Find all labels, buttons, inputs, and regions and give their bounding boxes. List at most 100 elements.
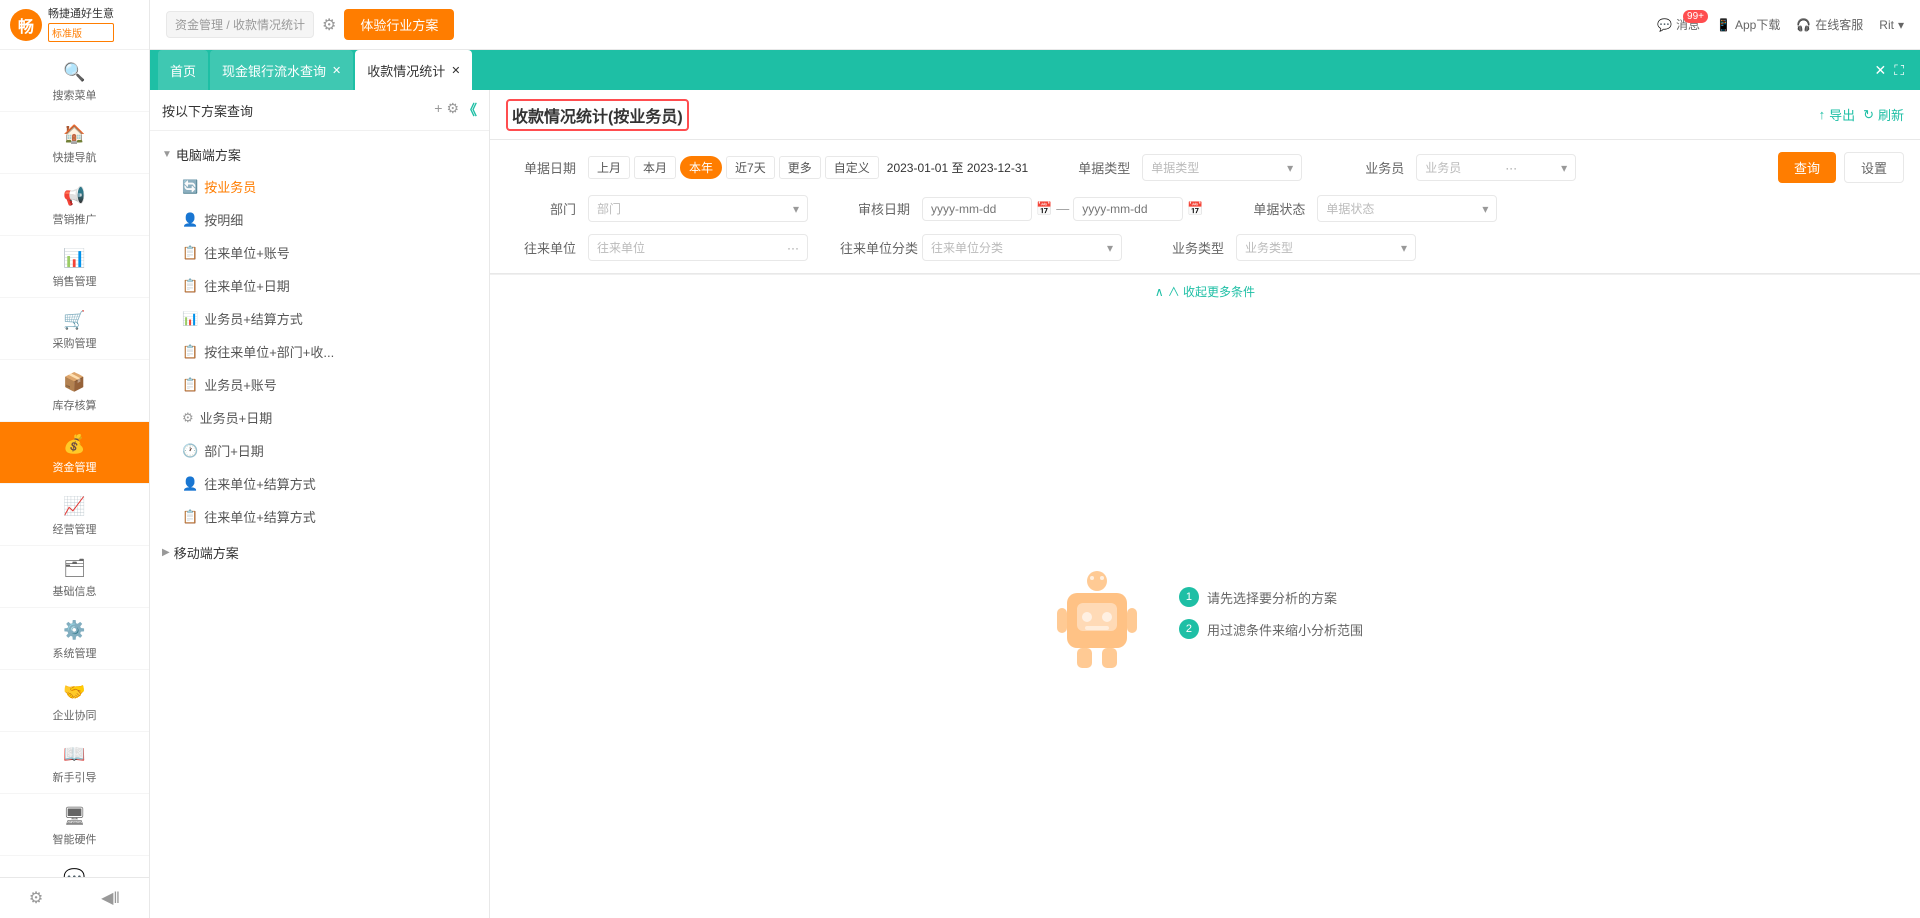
right-content: 收款情况统计(按业务员) ↑ 导出 ↻ 刷新 单据日期: [490, 90, 1920, 918]
tab-collection[interactable]: 收款情况统计✕: [355, 50, 472, 90]
sidebar-icon-sales: 📊: [63, 248, 85, 269]
sidebar-label-quick-nav: 快捷导航: [53, 149, 97, 165]
app-download-button[interactable]: 📱 App下载: [1716, 16, 1780, 33]
filter-row-1: 单据日期 上月 本月 本年 近7天 更多 自定义 2023-01-01 至 20…: [506, 152, 1904, 183]
child-icon-unit-payment1: 👤: [182, 476, 198, 492]
date-this-year[interactable]: 本年: [680, 156, 722, 179]
date-more[interactable]: 更多: [779, 156, 821, 179]
app-download-label: App下载: [1735, 16, 1780, 33]
settings-button[interactable]: 设置: [1844, 152, 1904, 183]
tree-child-unit-payment1[interactable]: 👤往来单位+结算方式: [170, 467, 489, 500]
tree-child-unit-payment2[interactable]: 📋往来单位+结算方式: [170, 500, 489, 533]
sidebar-icon-guide: 📖: [63, 744, 85, 765]
message-badge: 99+: [1683, 10, 1708, 23]
sidebar-item-finance[interactable]: 💰资金管理: [0, 422, 149, 484]
sidebar-item-search[interactable]: 🔍搜索菜单: [0, 50, 149, 112]
biz-type-select[interactable]: 业务类型 ▾: [1236, 234, 1416, 261]
sidebar-item-operation[interactable]: 📈经营管理: [0, 484, 149, 546]
sidebar-item-quick-nav[interactable]: 🏠快捷导航: [0, 112, 149, 174]
sidebar-item-system[interactable]: ⚙️系统管理: [0, 608, 149, 670]
tree-child-by-detail[interactable]: 👤按明细: [170, 203, 489, 236]
panel-collapse-icon[interactable]: 《: [463, 100, 477, 120]
empty-step-2: 2 用过滤条件来缩小分析范围: [1179, 619, 1363, 639]
tree-desktop-parent[interactable]: ▼ 电脑端方案: [150, 139, 489, 170]
sidebar-item-hardware[interactable]: 🖥智能硬件: [0, 794, 149, 856]
review-end-calendar-icon[interactable]: 📅: [1187, 201, 1203, 217]
sidebar-collapse-icon[interactable]: ◀‖: [101, 888, 120, 908]
date-7days[interactable]: 近7天: [726, 156, 775, 179]
step-2-num: 2: [1179, 619, 1199, 639]
child-icon-unit-account: 📋: [182, 245, 198, 261]
date-last-month[interactable]: 上月: [588, 156, 630, 179]
dept-select-value: 部门: [597, 200, 621, 217]
online-service-label: 在线客服: [1815, 16, 1863, 33]
tab-home[interactable]: 首页: [158, 50, 208, 90]
sidebar-item-guide[interactable]: 📖新手引导: [0, 732, 149, 794]
tree-mobile-parent[interactable]: ▶ 移动端方案: [150, 537, 489, 568]
tab-label-home: 首页: [170, 61, 196, 80]
user-name-label: Rit: [1879, 18, 1894, 32]
tree-child-staff-date[interactable]: ⚙业务员+日期: [170, 401, 489, 434]
tree-child-unit-dept[interactable]: 📋按往来单位+部门+收...: [170, 335, 489, 368]
tree-child-staff-payment[interactable]: 📊业务员+结算方式: [170, 302, 489, 335]
header-gear-icon[interactable]: ⚙: [322, 15, 336, 35]
sidebar-item-basic[interactable]: 🗂基础信息: [0, 546, 149, 608]
sidebar-label-sales: 销售管理: [53, 273, 97, 289]
staff-label: 业务员: [1334, 158, 1404, 177]
online-service-button[interactable]: 🎧 在线客服: [1796, 16, 1863, 33]
sidebar-item-sales[interactable]: 📊 销售管理: [0, 236, 149, 298]
sidebar-icon-search: 🔍: [63, 62, 85, 83]
sidebar-item-marketing[interactable]: 📢营销推广: [0, 174, 149, 236]
tab-close-bank[interactable]: ✕: [332, 64, 341, 77]
status-select[interactable]: 单据状态 ▾: [1317, 195, 1497, 222]
user-avatar[interactable]: Rit ▾: [1879, 18, 1904, 32]
child-label-by-detail: 按明细: [204, 210, 243, 229]
staff-select[interactable]: 业务员 ··· ▾: [1416, 154, 1576, 181]
expand-window-icon[interactable]: ⛶: [1894, 62, 1904, 79]
close-window-icon[interactable]: ✕: [1874, 62, 1886, 79]
tree-child-by-staff[interactable]: 🔄按业务员: [170, 170, 489, 203]
date-custom[interactable]: 自定义: [825, 156, 879, 179]
child-icon-by-staff: 🔄: [182, 179, 198, 195]
review-date-end[interactable]: [1073, 197, 1183, 221]
tab-close-collection[interactable]: ✕: [451, 64, 460, 77]
query-button[interactable]: 查询: [1778, 152, 1836, 183]
review-start-calendar-icon[interactable]: 📅: [1036, 201, 1052, 217]
refresh-button[interactable]: ↻ 刷新: [1863, 105, 1904, 124]
child-label-staff-date: 业务员+日期: [200, 408, 273, 427]
tree-child-dept-date[interactable]: 🕐部门+日期: [170, 434, 489, 467]
left-panel: 按以下方案查询 + ⚙ 《 ▼ 电脑端方案 🔄按业务员👤按明细📋往来单位+账号📋…: [150, 90, 490, 918]
sidebar-bottom: ⚙ ◀‖: [0, 877, 149, 918]
panel-add-icon[interactable]: +: [434, 100, 442, 120]
collapse-bar[interactable]: ∧ ∧ 收起更多条件: [490, 274, 1920, 308]
unit-more-icon: ···: [787, 241, 799, 255]
child-icon-staff-payment: 📊: [182, 311, 198, 327]
panel-settings-icon[interactable]: ⚙: [446, 100, 459, 120]
sidebar-item-inventory[interactable]: 📦库存核算: [0, 360, 149, 422]
unit-type-select[interactable]: 往来单位分类 ▾: [922, 234, 1122, 261]
filter-row-2: 部门 部门 ▾ 审核日期 📅 — 📅 单据状态 单: [506, 195, 1904, 222]
tree-child-staff-account[interactable]: 📋业务员+账号: [170, 368, 489, 401]
date-this-month[interactable]: 本月: [634, 156, 676, 179]
sidebar-item-purchase[interactable]: 🛒采购管理: [0, 298, 149, 360]
tab-bank[interactable]: 现金银行流水查询✕: [210, 50, 353, 90]
solution-button[interactable]: 体验行业方案: [344, 9, 454, 40]
unit-select[interactable]: 往来单位 ···: [588, 234, 808, 261]
sidebar-settings-icon[interactable]: ⚙: [29, 888, 43, 908]
sidebar-label-marketing: 营销推广: [53, 211, 97, 227]
type-select-chevron: ▾: [1287, 161, 1293, 175]
message-button[interactable]: 💬 消息 99+: [1657, 16, 1700, 33]
tree-child-unit-account[interactable]: 📋往来单位+账号: [170, 236, 489, 269]
top-header: 资金管理 / 收款情况统计 ⚙ 体验行业方案 💬 消息 99+ 📱 App下载 …: [150, 0, 1920, 50]
header-right: 💬 消息 99+ 📱 App下载 🎧 在线客服 Rit ▾: [1657, 16, 1904, 33]
sidebar-item-corp[interactable]: 🤝企业协同: [0, 670, 149, 732]
review-date-start[interactable]: [922, 197, 1032, 221]
unit-type-label: 往来单位分类: [840, 238, 910, 257]
sidebar-label-purchase: 采购管理: [53, 335, 97, 351]
tree-child-unit-date[interactable]: 📋往来单位+日期: [170, 269, 489, 302]
type-select[interactable]: 单据类型 ▾: [1142, 154, 1302, 181]
dept-select[interactable]: 部门 ▾: [588, 195, 808, 222]
export-button[interactable]: ↑ 导出: [1819, 105, 1856, 124]
sidebar-item-wechat[interactable]: 💬企业微信: [0, 856, 149, 877]
sidebar-icon-wechat: 💬: [63, 868, 85, 877]
